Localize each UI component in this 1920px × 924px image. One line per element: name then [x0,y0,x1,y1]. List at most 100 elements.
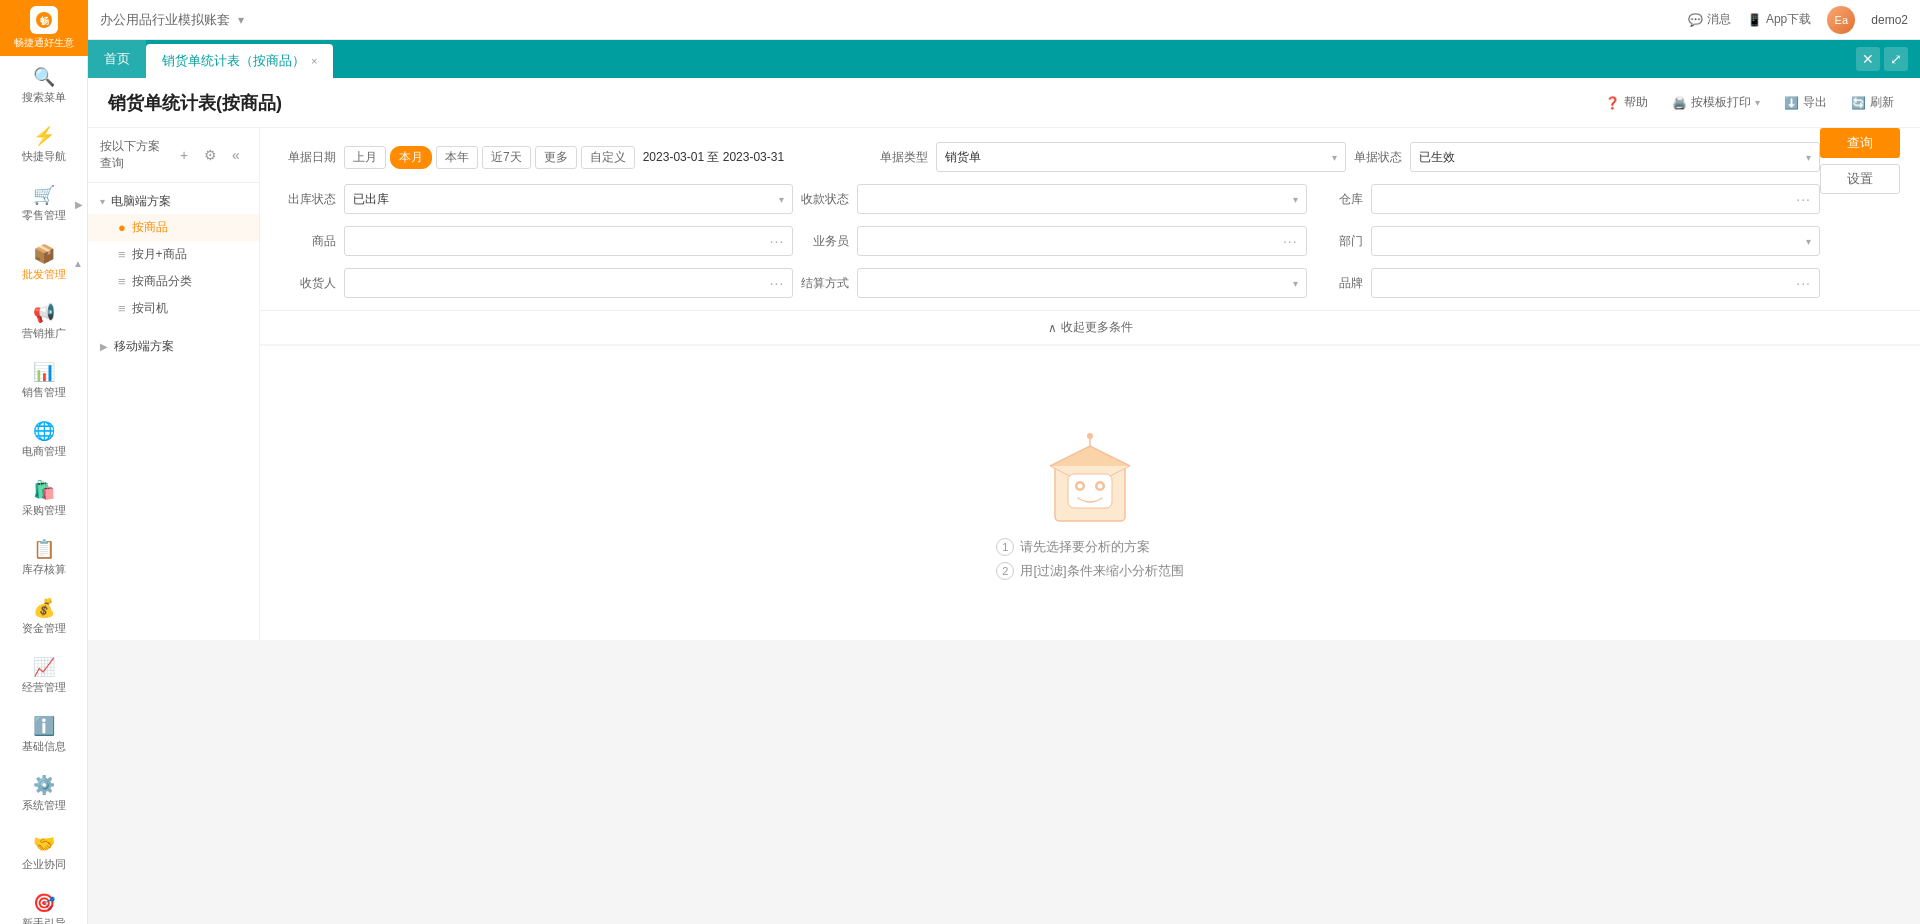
list-icon-2: ≡ [118,274,126,289]
collapse-bar[interactable]: ∧ 收起更多条件 [260,310,1920,344]
date-btn-more[interactable]: 更多 [535,146,577,169]
scheme-item-by-printer-label: 按司机 [132,300,168,317]
out-status-select[interactable]: 已出库 ▾ [344,184,793,214]
product-label: 商品 [280,233,336,250]
payment-status-arrow: ▾ [1293,194,1298,205]
app-logo[interactable]: 畅 畅捷通好生意 [0,0,88,56]
print-btn[interactable]: 🖨️ 按模板打印 ▾ [1666,90,1766,115]
search-icon: 🔍 [33,66,55,88]
date-btn-last-month[interactable]: 上月 [344,146,386,169]
payment-status-label: 收款状态 [793,191,849,208]
scheme-add-btn[interactable]: + [173,144,195,166]
guide-icon: 🎯 [33,892,55,914]
sidebar-label-sales-mgmt: 销售管理 [22,385,66,400]
sidebar-item-sales-mgmt[interactable]: 📊 销售管理 [0,351,87,410]
sidebar-item-wholesale[interactable]: 📦 批发管理 ▲ [0,233,87,292]
filter-settlement: 结算方式 ▾ [793,268,1306,298]
app-download-action[interactable]: 📱 App下载 [1747,11,1811,28]
doc-type-arrow: ▾ [1332,152,1337,163]
main-area: 办公用品行业模拟账套 ▾ 💬 消息 📱 App下载 Ea demo2 首页 销货… [88,0,1920,924]
warehouse-select[interactable]: ··· [1371,184,1820,214]
scheme-collapse-btn[interactable]: « [225,144,247,166]
avatar[interactable]: Ea [1827,6,1855,34]
brand-dots: ··· [1796,275,1811,291]
brand-label: 品牌 [1307,275,1363,292]
scheme-group-pc-header[interactable]: ▾ 电脑端方案 [88,189,259,214]
doc-status-label: 单据状态 [1346,149,1402,166]
tab-close-all-btn[interactable]: ✕ [1856,47,1880,71]
sidebar-item-search[interactable]: 🔍 搜索菜单 [0,56,87,115]
scheme-item-by-product-label: 按商品 [132,219,168,236]
date-shortcuts: 上月 本月 本年 近7天 更多 自定义 [344,146,635,169]
query-btn[interactable]: 查询 [1820,128,1900,158]
scheme-item-by-month-product[interactable]: ≡ 按月+商品 [88,241,259,268]
sidebar-label-purchase: 采购管理 [22,503,66,518]
scheme-config-btn[interactable]: ⚙ [199,144,221,166]
salesperson-select[interactable]: ··· [857,226,1306,256]
date-btn-this-month[interactable]: 本月 [390,146,432,169]
brand-select[interactable]: ··· [1371,268,1820,298]
sidebar-item-operations[interactable]: 📈 经营管理 [0,646,87,705]
sidebar-label-retail: 零售管理 [22,208,66,223]
message-icon: 💬 [1688,13,1703,27]
date-range-display: 2023-03-01 至 2023-03-31 [643,149,784,166]
query-btn-area: 查询 设置 [1820,128,1900,194]
date-btn-custom[interactable]: 自定义 [581,146,635,169]
doc-type-select[interactable]: 销货单 ▾ [936,142,1346,172]
doc-status-select[interactable]: 已生效 ▾ [1410,142,1820,172]
salesperson-label: 业务员 [793,233,849,250]
sidebar-item-quick-nav[interactable]: ⚡ 快捷导航 [0,115,87,174]
payment-status-select[interactable]: ▾ [857,184,1306,214]
sidebar-item-system[interactable]: ⚙️ 系统管理 [0,764,87,823]
sidebar-item-retail[interactable]: 🛒 零售管理 ▶ [0,174,87,233]
sidebar-item-purchase[interactable]: 🛍️ 采购管理 [0,469,87,528]
sidebar-item-marketing[interactable]: 📢 营销推广 [0,292,87,351]
help-btn[interactable]: ❓ 帮助 [1599,90,1654,115]
sidebar-item-ecommerce[interactable]: 🌐 电商管理 [0,410,87,469]
date-btn-this-year[interactable]: 本年 [436,146,478,169]
page-header-actions: ❓ 帮助 🖨️ 按模板打印 ▾ ⬇️ 导出 🔄 刷新 [1599,90,1900,127]
settlement-select[interactable]: ▾ [857,268,1306,298]
scheme-group-mobile: ▶ 移动端方案 [88,328,259,365]
topbar: 办公用品行业模拟账套 ▾ 💬 消息 📱 App下载 Ea demo2 [88,0,1920,40]
sidebar-item-enterprise[interactable]: 🤝 企业协同 [0,823,87,882]
topbar-left: 办公用品行业模拟账套 ▾ [100,11,244,29]
tab-maximize-btn[interactable]: ⤢ [1884,47,1908,71]
tab-home[interactable]: 首页 [88,40,146,78]
help-icon: ❓ [1605,96,1620,110]
product-select[interactable]: ··· [344,226,793,256]
gear-icon: ⚙️ [33,774,55,796]
scheme-item-by-product[interactable]: ● 按商品 [88,214,259,241]
tab-sales-stat[interactable]: 销货单统计表（按商品） × [146,44,333,78]
filter-row-4: 收货人 ··· 结算方式 ▾ [280,268,1820,298]
settlement-label: 结算方式 [793,275,849,292]
help-label: 帮助 [1624,94,1648,111]
industry-dropdown[interactable]: ▾ [238,13,244,27]
receiver-select[interactable]: ··· [344,268,793,298]
scheme-item-by-category-label: 按商品分类 [132,273,192,290]
svg-point-7 [1098,484,1103,489]
sidebar-item-finance[interactable]: 💰 资金管理 [0,587,87,646]
svg-rect-3 [1068,474,1112,508]
tab-close-icon[interactable]: × [311,55,317,67]
sidebar-item-basic-info[interactable]: ℹ️ 基础信息 [0,705,87,764]
department-select[interactable]: ▾ [1371,226,1820,256]
tab-sales-stat-label: 销货单统计表（按商品） [162,52,305,70]
doc-status-value: 已生效 [1419,149,1455,166]
message-action[interactable]: 💬 消息 [1688,11,1731,28]
filter-area: 单据日期 上月 本月 本年 近7天 更多 自定义 20 [260,128,1920,310]
refresh-btn[interactable]: 🔄 刷新 [1845,90,1900,115]
sidebar: 畅 畅捷通好生意 🔍 搜索菜单 ⚡ 快捷导航 🛒 零售管理 ▶ 📦 批发管理 ▲… [0,0,88,924]
scheme-item-by-printer[interactable]: ≡ 按司机 [88,295,259,322]
date-btn-7days[interactable]: 近7天 [482,146,531,169]
doc-type-label: 单据类型 [872,149,928,166]
sidebar-item-guide[interactable]: 🎯 新手引导 [0,882,87,924]
sidebar-nav: 🔍 搜索菜单 ⚡ 快捷导航 🛒 零售管理 ▶ 📦 批发管理 ▲ 📢 营销推广 📊… [0,56,87,924]
sidebar-item-inventory[interactable]: 📋 库存核算 [0,528,87,587]
maximize-icon: ⤢ [1890,51,1902,67]
settings-btn[interactable]: 设置 [1820,164,1900,194]
scheme-item-by-category[interactable]: ≡ 按商品分类 [88,268,259,295]
tip-num-2: 2 [996,562,1014,580]
scheme-group-mobile-header[interactable]: ▶ 移动端方案 [88,334,259,359]
export-btn[interactable]: ⬇️ 导出 [1778,90,1833,115]
